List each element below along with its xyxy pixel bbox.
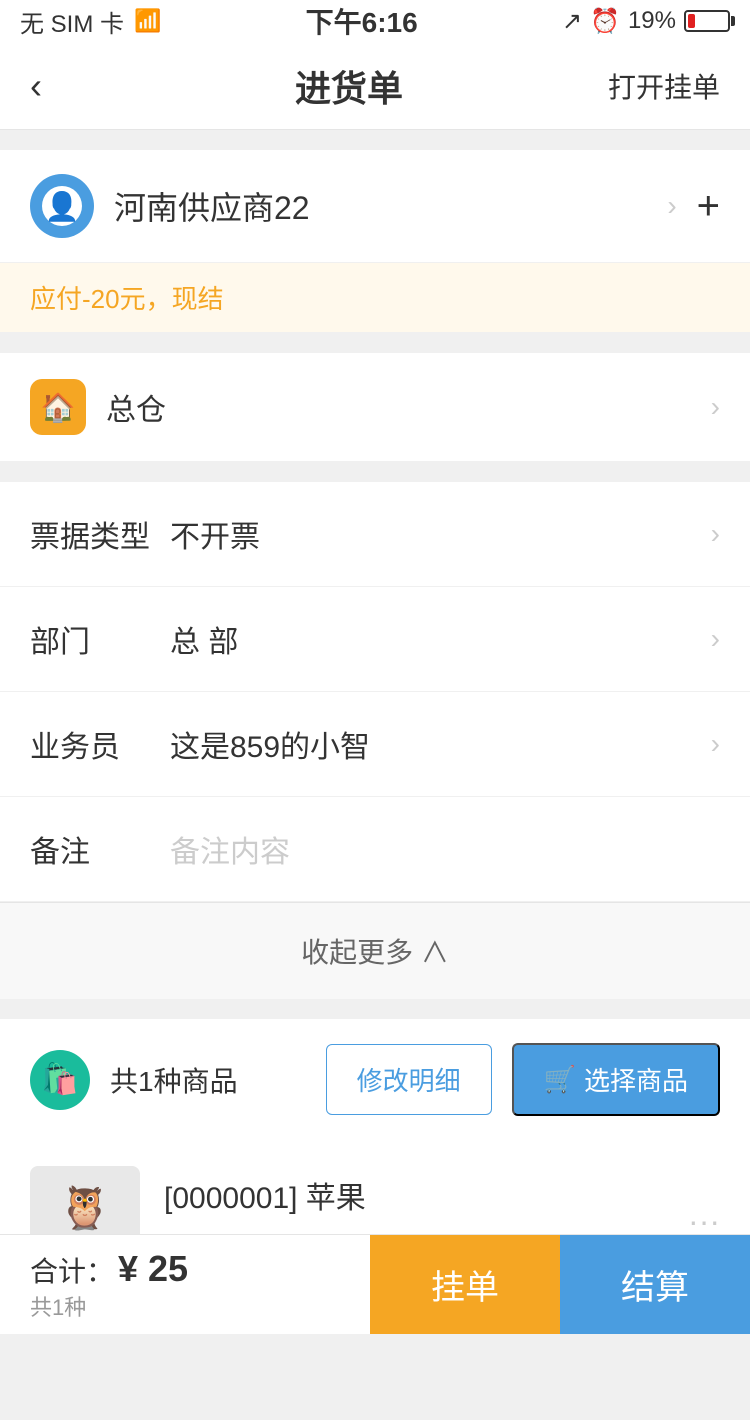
footer: 合计： ¥ 25 共1种 挂单 结算 — [0, 1234, 750, 1334]
warehouse-label: 总仓 — [106, 385, 711, 429]
sim-label: 无 SIM 卡 — [20, 4, 124, 39]
status-time: 下午6:16 — [306, 1, 418, 41]
warehouse-row[interactable]: 🏠 总仓 › — [0, 353, 750, 462]
remark-row[interactable]: 备注 备注内容 — [0, 797, 750, 902]
salesperson-label: 业务员 — [30, 722, 170, 766]
divider-2 — [0, 333, 750, 353]
remark-input[interactable]: 备注内容 — [170, 827, 720, 871]
salesperson-chevron-icon: › — [711, 728, 720, 760]
supplier-notice: 应付-20元，现结 — [0, 263, 750, 333]
warehouse-icon: 🏠 — [30, 379, 86, 435]
select-product-button[interactable]: 🛒 选择商品 — [512, 1043, 720, 1116]
invoice-type-value: 不开票 — [170, 512, 711, 556]
products-header: 🛍️ 共1种商品 修改明细 🛒 选择商品 — [0, 1019, 750, 1140]
status-bar: 无 SIM 卡 📶 下午6:16 ↗ ⏰ 19% — [0, 0, 750, 42]
form-section: 票据类型 不开票 › 部门 总 部 › 业务员 这是859的小智 › 备注 备注… — [0, 482, 750, 902]
back-button[interactable]: ‹ — [30, 65, 90, 107]
warehouse-section: 🏠 总仓 › — [0, 353, 750, 462]
status-left: 无 SIM 卡 📶 — [20, 4, 161, 39]
products-icon-wrapper: 🛍️ — [30, 1050, 90, 1110]
warehouse-chevron-icon: › — [711, 391, 720, 423]
hang-order-button[interactable]: 挂单 — [370, 1235, 560, 1334]
products-icon: 🛍️ — [41, 1062, 78, 1097]
modify-detail-button[interactable]: 修改明细 — [326, 1044, 492, 1115]
supplier-section: 👤 河南供应商22 › + 应付-20元，现结 — [0, 150, 750, 333]
products-count: 共1种商品 — [110, 1060, 306, 1100]
add-supplier-button[interactable]: + — [697, 184, 720, 229]
salesperson-value: 这是859的小智 — [170, 722, 711, 766]
avatar-icon: 👤 — [42, 186, 82, 226]
department-chevron-icon: › — [711, 623, 720, 655]
footer-total-row: 合计： ¥ 25 — [30, 1248, 340, 1290]
divider-1 — [0, 130, 750, 150]
supplier-avatar: 👤 — [30, 174, 94, 238]
battery-icon — [684, 10, 730, 32]
remark-label: 备注 — [30, 827, 170, 871]
footer-total: 合计： ¥ 25 共1种 — [0, 1235, 370, 1334]
divider-3 — [0, 462, 750, 482]
department-row[interactable]: 部门 总 部 › — [0, 587, 750, 692]
salesperson-row[interactable]: 业务员 这是859的小智 › — [0, 692, 750, 797]
cart-icon: 🛒 — [544, 1064, 576, 1095]
invoice-type-row[interactable]: 票据类型 不开票 › — [0, 482, 750, 587]
battery-percent: 19% — [628, 7, 676, 35]
open-hang-button[interactable]: 打开挂单 — [608, 66, 720, 106]
footer-total-label: 合计： — [30, 1250, 114, 1290]
footer-total-count: 共1种 — [30, 1290, 340, 1322]
department-value: 总 部 — [170, 617, 711, 661]
location-icon: ↗ — [562, 7, 582, 36]
alarm-icon: ⏰ — [590, 7, 620, 36]
product-name: [0000001] 苹果 — [164, 1173, 688, 1217]
supplier-row[interactable]: 👤 河南供应商22 › + — [0, 150, 750, 263]
divider-4 — [0, 999, 750, 1019]
collapse-more-button[interactable]: 收起更多 ∧ — [0, 902, 750, 999]
checkout-button[interactable]: 结算 — [560, 1235, 750, 1334]
footer-total-amount: ¥ 25 — [118, 1248, 188, 1290]
wifi-icon: 📶 — [134, 8, 161, 34]
supplier-chevron-icon: › — [667, 190, 676, 222]
status-right: ↗ ⏰ 19% — [562, 7, 730, 36]
nav-bar: ‹ 进货单 打开挂单 — [0, 42, 750, 130]
invoice-type-label: 票据类型 — [30, 512, 170, 556]
page-title: 进货单 — [295, 60, 403, 112]
supplier-name: 河南供应商22 — [114, 183, 667, 229]
invoice-chevron-icon: › — [711, 518, 720, 550]
department-label: 部门 — [30, 617, 170, 661]
